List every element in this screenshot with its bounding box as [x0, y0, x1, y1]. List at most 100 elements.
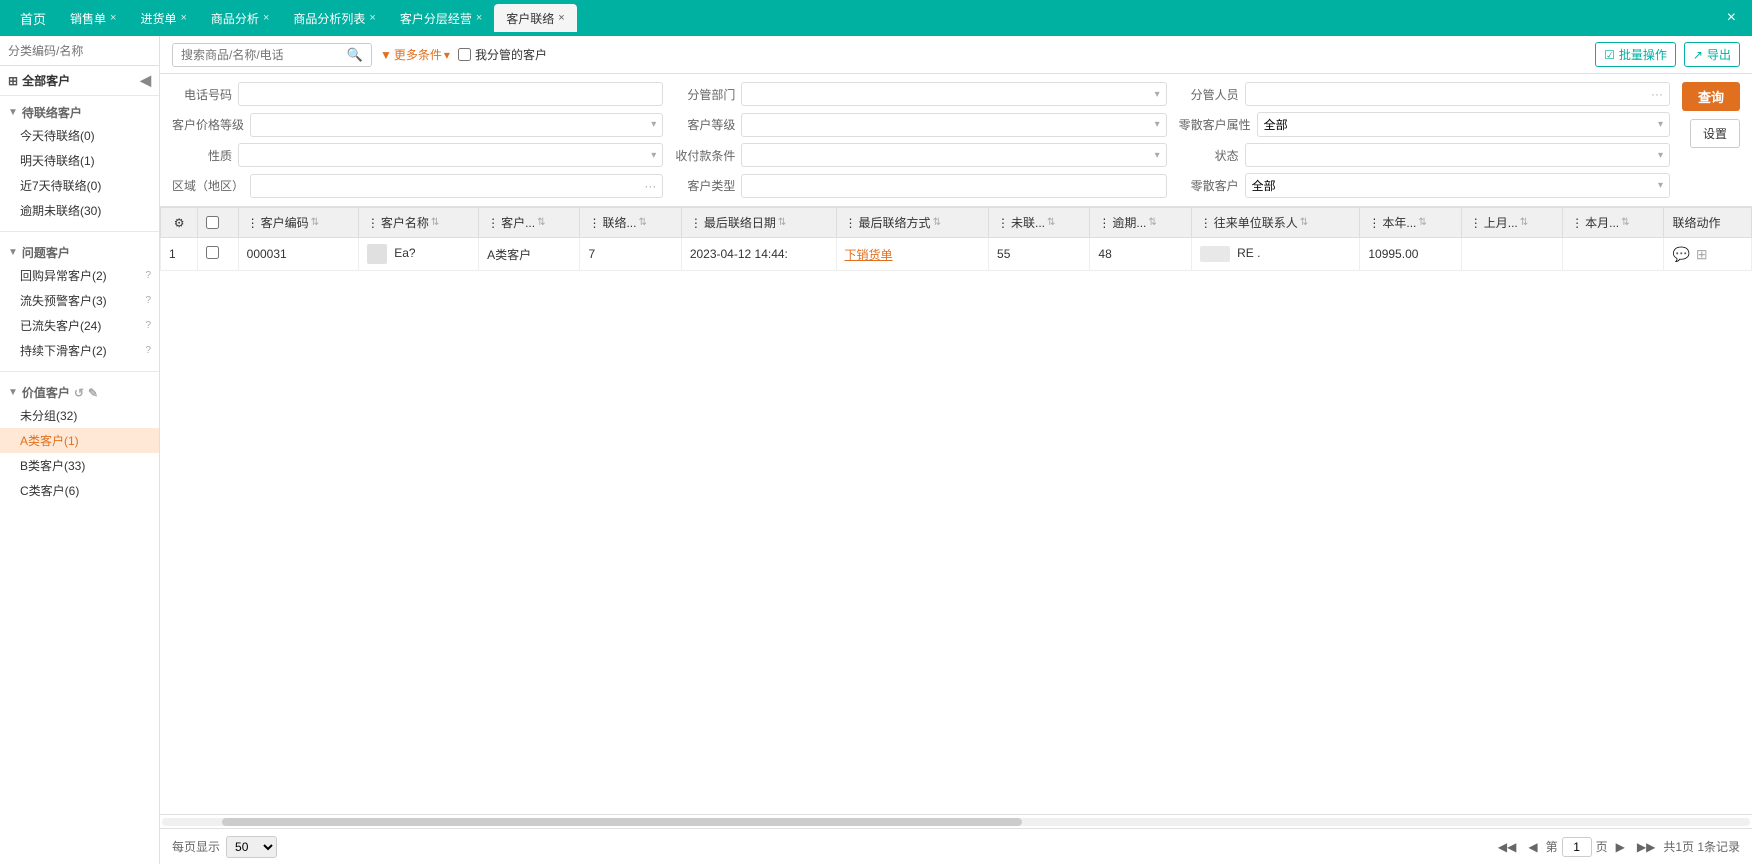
sidebar-item-c-class[interactable]: C类客户(6) [0, 478, 159, 503]
qr-icon[interactable]: ⊞ [1696, 246, 1708, 263]
field-status-input[interactable]: ▾ [1245, 143, 1670, 167]
status-arrow-icon: ▾ [1658, 150, 1663, 161]
sort-icon-code[interactable]: ⇅ [311, 217, 319, 228]
batch-ops-btn[interactable]: ☑ 批量操作 [1595, 42, 1676, 67]
sidebar-item-overdue[interactable]: 逾期未联络(30) [0, 198, 159, 223]
sort-icon-year[interactable]: ⇅ [1418, 217, 1426, 228]
my-customers-checkbox[interactable]: 我分管的客户 [458, 46, 547, 63]
sidebar-item-a-class[interactable]: A类客户(1) [0, 428, 159, 453]
edit-icon-value[interactable]: ✎ [88, 386, 98, 400]
sidebar-item-b-class[interactable]: B类客户(33) [0, 453, 159, 478]
sort-icon-overdue[interactable]: ⇅ [1148, 217, 1156, 228]
sort-icon-last-month[interactable]: ⇅ [1520, 217, 1528, 228]
filter-icon: ▼ [380, 48, 392, 62]
sidebar-item-tomorrow[interactable]: 明天待联络(1) [0, 148, 159, 173]
sort-icon-last-date[interactable]: ⇅ [778, 217, 786, 228]
cell-last-type[interactable]: 下销货单 [836, 238, 988, 271]
nav-home[interactable]: 首页 [8, 9, 58, 28]
scroll-track[interactable] [162, 818, 1750, 826]
field-payment-input[interactable]: ▾ [741, 143, 1166, 167]
field-scatter-customer-input[interactable]: 全部 ▾ [1245, 173, 1670, 198]
field-price-grade-input[interactable]: ▾ [250, 113, 663, 137]
col-this-month[interactable]: ⋮ 本月... ⇅ [1563, 208, 1664, 238]
col-no-contact[interactable]: ⋮ 未联... ⇅ [989, 208, 1090, 238]
field-phone-input[interactable] [238, 82, 663, 106]
sidebar-group-title-value[interactable]: ▼ 价值客户 ↺ ✎ [0, 380, 159, 403]
cell-checkbox[interactable] [198, 238, 238, 271]
horizontal-scrollbar[interactable] [160, 814, 1752, 828]
sort-icon-contact-count[interactable]: ⇅ [638, 217, 646, 228]
first-page-btn[interactable]: ◀◀ [1494, 838, 1520, 856]
col-contact-person[interactable]: ⋮ 往来单位联系人 ⇅ [1191, 208, 1360, 238]
nav-tab-customer-contact[interactable]: 客户联络 × [494, 4, 576, 32]
gear-icon[interactable]: ⚙ [174, 216, 185, 230]
page-input[interactable] [1562, 837, 1592, 857]
col-last-month[interactable]: ⋮ 上月... ⇅ [1461, 208, 1562, 238]
field-dept-input[interactable]: ▾ [741, 82, 1166, 106]
sidebar-item-ungroup[interactable]: 未分组(32) [0, 403, 159, 428]
nav-tab-analytics-list[interactable]: 商品分析列表 × [281, 4, 387, 32]
sort-icon-no-contact[interactable]: ⇅ [1047, 217, 1055, 228]
per-page-select[interactable]: 50 100 200 [226, 836, 277, 858]
nav-close-sales[interactable]: × [110, 12, 116, 24]
query-button[interactable]: 查询 [1682, 82, 1740, 111]
nav-close-purchase[interactable]: × [180, 12, 186, 24]
sidebar-root-label[interactable]: 全部客户 [22, 72, 70, 89]
field-customer-type-input[interactable] [741, 174, 1166, 198]
sidebar-collapse-btn[interactable]: ◀ [140, 72, 151, 89]
nav-close-analytics[interactable]: × [263, 12, 269, 24]
nav-tab-customer-segment[interactable]: 客户分层经营 × [388, 4, 494, 32]
field-manager-input[interactable]: ··· [1245, 82, 1670, 106]
nav-close-customer-contact[interactable]: × [558, 12, 564, 24]
nav-tab-analytics[interactable]: 商品分析 × [199, 4, 281, 32]
nav-close-customer-segment[interactable]: × [476, 12, 482, 24]
sort-icon-name[interactable]: ⇅ [431, 217, 439, 228]
col-name[interactable]: ⋮ 客户名称 ⇅ [358, 208, 478, 238]
select-all-checkbox[interactable] [206, 216, 219, 229]
my-customers-check-input[interactable] [458, 48, 471, 61]
refresh-icon-value[interactable]: ↺ [74, 386, 84, 400]
nav-tab-purchase[interactable]: 进货单 × [128, 4, 198, 32]
sidebar-item-7days[interactable]: 近7天待联络(0) [0, 173, 159, 198]
sidebar-item-abnormal[interactable]: 回购异常客户(2) ? [0, 263, 159, 288]
nav-close-analytics-list[interactable]: × [369, 12, 375, 24]
next-page-btn[interactable]: ▶ [1612, 838, 1629, 856]
filter-search-input[interactable] [181, 48, 343, 62]
sidebar-item-today[interactable]: 今天待联络(0) [0, 123, 159, 148]
last-page-btn[interactable]: ▶▶ [1633, 838, 1659, 856]
prev-page-btn[interactable]: ◀ [1524, 838, 1541, 856]
col-checkbox[interactable] [198, 208, 238, 238]
field-customer-grade-input[interactable]: ▾ [741, 113, 1166, 137]
col-code[interactable]: ⋮ 客户编码 ⇅ [238, 208, 358, 238]
settings-button[interactable]: 设置 [1690, 119, 1740, 148]
sidebar-item-churned[interactable]: 已流失客户(24) ? [0, 313, 159, 338]
sidebar-item-churn-warn[interactable]: 流失预警客户(3) ? [0, 288, 159, 313]
col-gear[interactable]: ⚙ [161, 208, 198, 238]
sidebar-group-title-problem[interactable]: ▼ 问题客户 [0, 240, 159, 263]
field-region-input[interactable]: ··· [250, 174, 663, 198]
col-contact-count[interactable]: ⋮ 联络... ⇅ [580, 208, 681, 238]
message-icon[interactable]: 💬 [1672, 246, 1689, 263]
filter-search-icon[interactable]: 🔍 [347, 47, 363, 63]
nav-tab-sales[interactable]: 销售单 × [58, 4, 128, 32]
sidebar-group-title-pending[interactable]: ▼ 待联络客户 [0, 100, 159, 123]
sort-icon-level[interactable]: ⇅ [537, 217, 545, 228]
col-contact-person-sort: ⋮ [1200, 216, 1212, 230]
col-level[interactable]: ⋮ 客户... ⇅ [479, 208, 580, 238]
field-scatter-attr-input[interactable]: 全部 ▾ [1257, 112, 1670, 137]
nav-close-all[interactable]: × [1719, 9, 1744, 27]
field-nature-input[interactable]: ▾ [238, 143, 663, 167]
sidebar-item-declining[interactable]: 持续下滑客户(2) ? [0, 338, 159, 363]
row-checkbox[interactable] [206, 246, 219, 259]
sort-icon-contact-person[interactable]: ⇅ [1300, 217, 1308, 228]
export-btn[interactable]: ↗ 导出 [1684, 42, 1740, 67]
sort-icon-last-type[interactable]: ⇅ [933, 217, 941, 228]
col-last-type[interactable]: ⋮ 最后联络方式 ⇅ [836, 208, 988, 238]
filter-more-btn[interactable]: ▼ 更多条件 ▾ [380, 46, 450, 63]
col-year[interactable]: ⋮ 本年... ⇅ [1360, 208, 1461, 238]
col-overdue[interactable]: ⋮ 逾期... ⇅ [1090, 208, 1191, 238]
sort-icon-this-month[interactable]: ⇅ [1621, 217, 1629, 228]
sidebar-search-input[interactable] [8, 44, 160, 58]
col-last-date[interactable]: ⋮ 最后联络日期 ⇅ [681, 208, 836, 238]
scroll-thumb[interactable] [222, 818, 1022, 826]
